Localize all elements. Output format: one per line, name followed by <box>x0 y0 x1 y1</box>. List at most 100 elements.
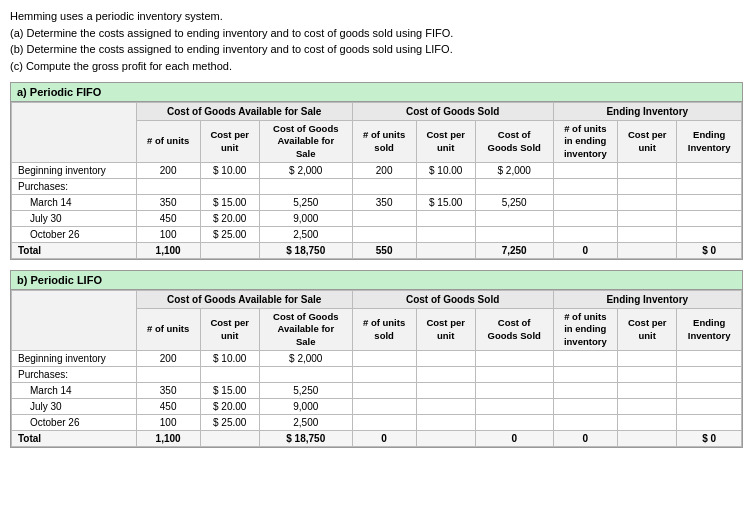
table-row: Purchases: <box>12 367 742 383</box>
row-cell <box>618 243 677 259</box>
row-cell: 350 <box>136 195 200 211</box>
row-cell <box>618 351 677 367</box>
row-cell: $ 18,750 <box>259 243 352 259</box>
row-cell: $ 10.00 <box>200 163 259 179</box>
th-ending-inventory-col: EndingInventory <box>677 121 742 163</box>
row-cell: $ 2,000 <box>259 351 352 367</box>
row-cell: 450 <box>136 399 200 415</box>
row-label: Purchases: <box>12 179 137 195</box>
row-cell: 1,100 <box>136 431 200 447</box>
row-cell <box>618 227 677 243</box>
fifo-section: a) Periodic FIFO Cost of Goods Available… <box>10 82 743 260</box>
row-cell <box>352 227 416 243</box>
row-cell <box>553 351 618 367</box>
row-cell <box>618 383 677 399</box>
row-label: March 14 <box>12 195 137 211</box>
th-cost-per-unit-avail: Cost perunit <box>200 121 259 163</box>
row-cell <box>618 431 677 447</box>
th-cost-goods-avail: Cost of Goods Available for Sale <box>136 103 352 121</box>
row-cell <box>475 415 553 431</box>
th-cost-per-unit-ending-lifo: Cost perunit <box>618 309 677 351</box>
th-cost-goods-avail-sale: Cost of GoodsAvailable forSale <box>259 121 352 163</box>
row-cell <box>352 415 416 431</box>
row-cell: $ 25.00 <box>200 415 259 431</box>
th-units-avail: # of units <box>136 121 200 163</box>
th-cost-per-unit-ending: Cost perunit <box>618 121 677 163</box>
row-cell <box>618 211 677 227</box>
row-cell: $ 2,000 <box>259 163 352 179</box>
intro-block: Hemming uses a periodic inventory system… <box>10 8 743 74</box>
row-cell <box>677 415 742 431</box>
row-cell: $ 20.00 <box>200 399 259 415</box>
row-cell <box>618 367 677 383</box>
row-cell: 100 <box>136 415 200 431</box>
row-cell <box>200 243 259 259</box>
row-cell <box>352 399 416 415</box>
row-cell <box>259 179 352 195</box>
table-row: October 26100$ 25.002,500 <box>12 415 742 431</box>
row-cell: 350 <box>352 195 416 211</box>
row-cell <box>553 367 618 383</box>
row-cell <box>553 179 618 195</box>
row-cell <box>352 383 416 399</box>
th-cost-of-goods-sold-lifo: Cost ofGoods Sold <box>475 309 553 351</box>
row-cell <box>475 227 553 243</box>
row-cell: 450 <box>136 211 200 227</box>
row-cell <box>677 383 742 399</box>
row-cell: $ 20.00 <box>200 211 259 227</box>
row-cell <box>553 227 618 243</box>
table-row: Total1,100$ 18,750000$ 0 <box>12 431 742 447</box>
row-cell <box>553 399 618 415</box>
table-row: October 26100$ 25.002,500 <box>12 227 742 243</box>
row-cell: 100 <box>136 227 200 243</box>
table-row: Beginning inventory200$ 10.00$ 2,000 <box>12 351 742 367</box>
row-cell <box>352 351 416 367</box>
row-cell: 0 <box>352 431 416 447</box>
th-cost-goods-sold: Cost of Goods Sold <box>352 103 553 121</box>
row-cell: 9,000 <box>259 399 352 415</box>
row-cell <box>200 431 259 447</box>
row-cell: 350 <box>136 383 200 399</box>
row-cell <box>618 415 677 431</box>
row-cell <box>416 415 475 431</box>
row-cell <box>416 399 475 415</box>
fifo-table: Cost of Goods Available for Sale Cost of… <box>11 102 742 259</box>
th-ending-inv-lifo: Ending Inventory <box>553 291 741 309</box>
row-cell: 2,500 <box>259 227 352 243</box>
row-cell: 200 <box>136 163 200 179</box>
row-cell <box>618 163 677 179</box>
row-cell <box>416 243 475 259</box>
row-cell <box>618 195 677 211</box>
row-cell <box>416 431 475 447</box>
row-cell <box>677 179 742 195</box>
th-cost-per-unit-avail-lifo: Cost perunit <box>200 309 259 351</box>
table-row: July 30450$ 20.009,000 <box>12 211 742 227</box>
row-cell: 550 <box>352 243 416 259</box>
row-cell <box>677 399 742 415</box>
th-cost-goods-avail-sale-lifo: Cost of GoodsAvailable forSale <box>259 309 352 351</box>
th-cost-goods-sold-lifo: Cost of Goods Sold <box>352 291 553 309</box>
row-cell: 1,100 <box>136 243 200 259</box>
row-cell <box>553 195 618 211</box>
row-cell <box>200 179 259 195</box>
row-cell <box>475 211 553 227</box>
row-cell <box>136 367 200 383</box>
row-cell: $ 18,750 <box>259 431 352 447</box>
row-cell <box>200 367 259 383</box>
th-cost-of-goods-sold: Cost ofGoods Sold <box>475 121 553 163</box>
intro-line1: Hemming uses a periodic inventory system… <box>10 8 743 25</box>
th-units-sold-lifo: # of unitssold <box>352 309 416 351</box>
row-cell: 200 <box>136 351 200 367</box>
th-units-avail-lifo: # of units <box>136 309 200 351</box>
th-units-ending: # of unitsin endinginventory <box>553 121 618 163</box>
row-cell <box>259 367 352 383</box>
row-cell: $ 15.00 <box>200 195 259 211</box>
table-row: March 14350$ 15.005,250 <box>12 383 742 399</box>
row-label: Beginning inventory <box>12 163 137 179</box>
row-cell <box>352 179 416 195</box>
row-cell <box>475 351 553 367</box>
row-cell <box>618 179 677 195</box>
row-cell: 200 <box>352 163 416 179</box>
lifo-section: b) Periodic LIFO Cost of Goods Available… <box>10 270 743 448</box>
row-cell <box>553 211 618 227</box>
